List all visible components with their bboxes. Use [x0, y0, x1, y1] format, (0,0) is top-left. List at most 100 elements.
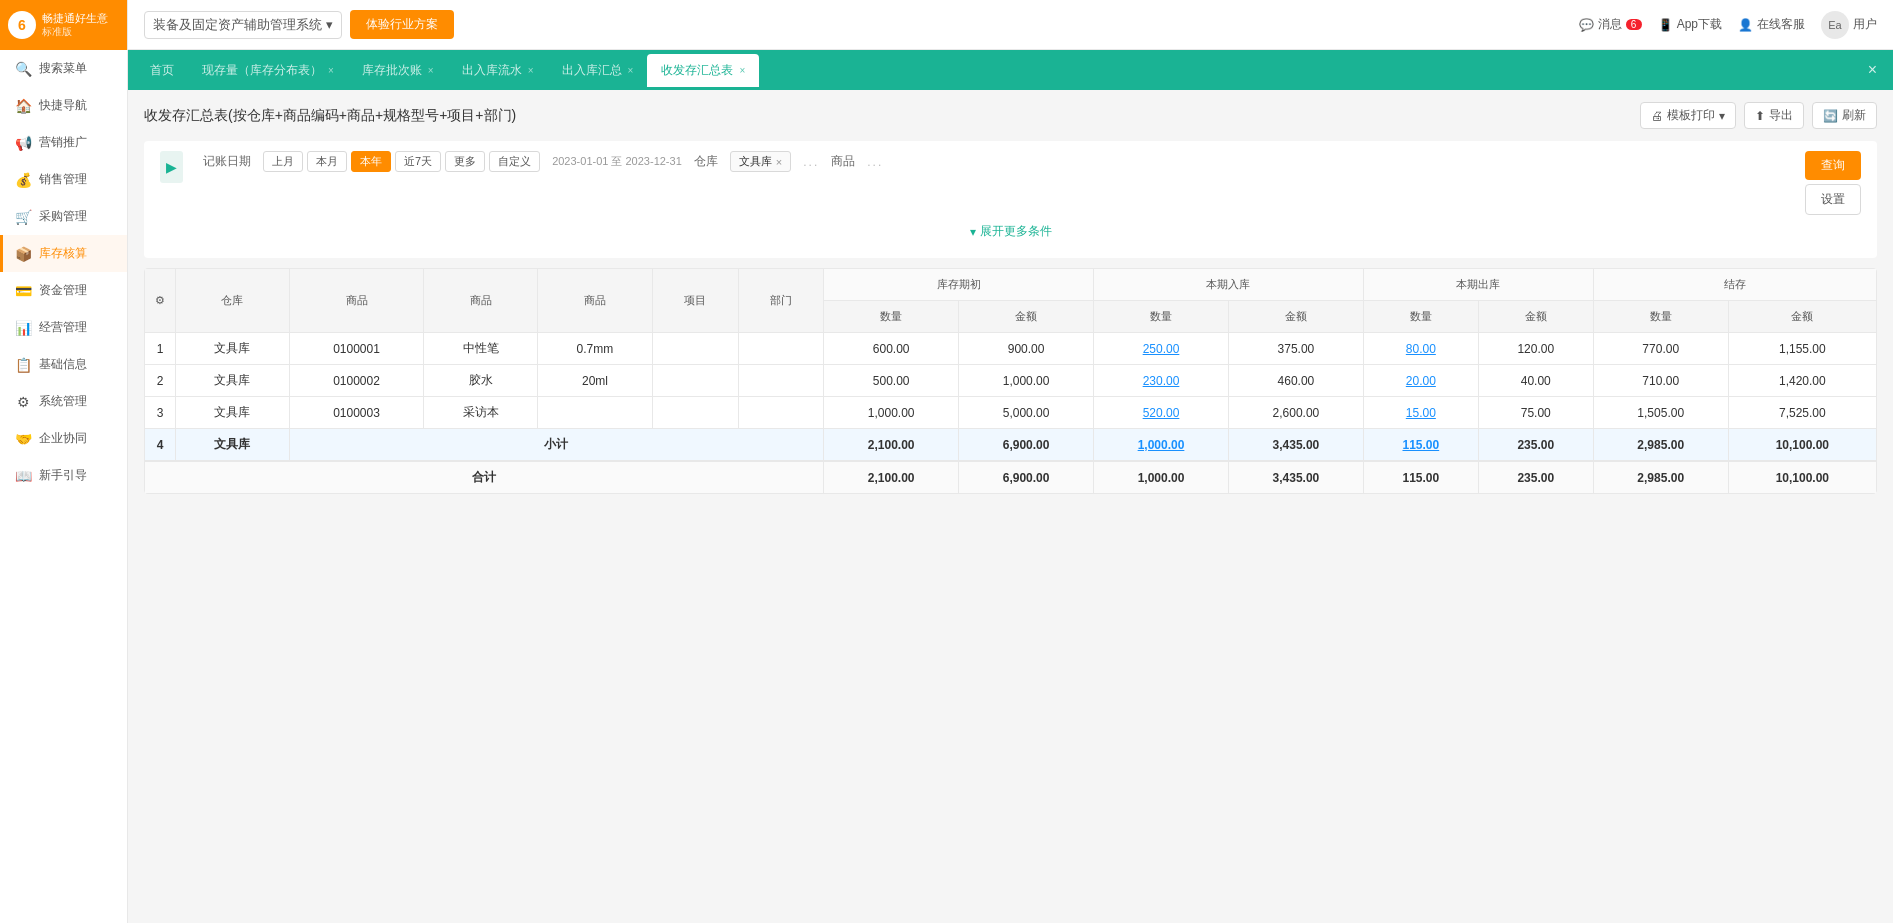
date-btn-last-month[interactable]: 上月: [263, 151, 303, 172]
th-product-code: 商品: [289, 269, 424, 333]
sidebar-item-system[interactable]: ⚙系统管理: [0, 383, 127, 420]
th-settings[interactable]: ⚙: [145, 269, 176, 333]
sidebar-item-operations[interactable]: 📊经营管理: [0, 309, 127, 346]
cell-sub-in-amt: 3,435.00: [1228, 429, 1363, 462]
experience-btn[interactable]: 体验行业方案: [350, 10, 454, 39]
table-row: 2 文具库 0100002 胶水 20ml 500.00 1,000.00 23…: [145, 365, 1877, 397]
expand-more-btn[interactable]: ▾ 展开更多条件: [970, 219, 1052, 244]
tab-label: 收发存汇总表: [661, 62, 733, 79]
tab-close-icon[interactable]: ×: [528, 65, 534, 76]
system-name: 装备及固定资产辅助管理系统: [153, 16, 322, 34]
cell-out-amt: 40.00: [1478, 365, 1593, 397]
tab-close-icon[interactable]: ×: [328, 65, 334, 76]
date-btns: 上月 本月 本年 近7天 更多 自定义: [263, 151, 540, 172]
tab-home[interactable]: 首页: [136, 54, 188, 87]
tab-inventory-dist[interactable]: 现存量（库存分布表） ×: [188, 54, 348, 87]
tab-receipt-summary[interactable]: 收发存汇总表 ×: [647, 54, 759, 87]
sales-icon: 💰: [15, 172, 31, 188]
cell-product-name: 胶水: [424, 365, 538, 397]
tab-close-icon[interactable]: ×: [628, 65, 634, 76]
cell-balance-qty: 1,505.00: [1593, 397, 1728, 429]
system-selector[interactable]: 装备及固定资产辅助管理系统 ▾: [144, 11, 342, 39]
cell-sub-label: 小计: [289, 429, 824, 462]
cell-total-out-amt: 235.00: [1478, 461, 1593, 494]
date-btn-this-month[interactable]: 本月: [307, 151, 347, 172]
tab-summary-io[interactable]: 出入库汇总×: [548, 54, 648, 87]
filter-arrow-btn[interactable]: ▶: [160, 151, 183, 183]
quick-nav-icon: 🏠: [15, 98, 31, 114]
th-group-balance: 结存: [1593, 269, 1876, 301]
sidebar-item-guide[interactable]: 📖新手引导: [0, 457, 127, 494]
print-btn[interactable]: 🖨 模板打印 ▾: [1640, 102, 1736, 129]
refresh-icon: 🔄: [1823, 109, 1838, 123]
sidebar-item-label: 基础信息: [39, 356, 87, 373]
sidebar-item-finance[interactable]: 💳资金管理: [0, 272, 127, 309]
settings-icon[interactable]: ⚙: [155, 294, 165, 306]
tab-batch-ledger[interactable]: 库存批次账×: [348, 54, 448, 87]
sidebar-item-marketing[interactable]: 📢营销推广: [0, 124, 127, 161]
warehouse-tag[interactable]: 文具库 ×: [730, 151, 791, 172]
cell-sub-in-qty[interactable]: 1,000.00: [1094, 429, 1229, 462]
sidebar-item-search[interactable]: 🔍 搜索菜单: [0, 50, 127, 87]
table-row: 1 文具库 0100001 中性笔 0.7mm 600.00 900.00 25…: [145, 333, 1877, 365]
warehouse-tag-close[interactable]: ×: [776, 156, 782, 168]
total-row: 合计 2,100.00 6,900.00 1,000.00 3,435.00 1…: [145, 461, 1877, 494]
cell-sub-balance-amt: 10,100.00: [1728, 429, 1876, 462]
date-btn-more[interactable]: 更多: [445, 151, 485, 172]
online-service-action[interactable]: 👤 在线客服: [1738, 16, 1805, 33]
sidebar-item-purchase[interactable]: 🛒采购管理: [0, 198, 127, 235]
query-btn[interactable]: 查询: [1805, 151, 1861, 180]
refresh-btn[interactable]: 🔄 刷新: [1812, 102, 1877, 129]
date-btn-7days[interactable]: 近7天: [395, 151, 441, 172]
cell-out-qty[interactable]: 20.00: [1363, 365, 1478, 397]
cell-out-amt: 120.00: [1478, 333, 1593, 365]
tabbar-close-btn[interactable]: ×: [1860, 57, 1885, 83]
cell-warehouse: 文具库: [176, 397, 290, 429]
sidebar-item-quick-nav[interactable]: 🏠快捷导航: [0, 87, 127, 124]
expand-row: ▾ 展开更多条件: [160, 215, 1861, 248]
search-icon: 🔍: [15, 61, 31, 77]
user-action[interactable]: Ea 用户: [1821, 11, 1877, 39]
tab-close-icon[interactable]: ×: [739, 65, 745, 76]
cell-total-opening-qty: 2,100.00: [824, 461, 959, 494]
cell-in-qty[interactable]: 230.00: [1094, 365, 1229, 397]
export-btn[interactable]: ⬆ 导出: [1744, 102, 1804, 129]
finance-icon: 💳: [15, 283, 31, 299]
cell-warehouse: 文具库: [176, 365, 290, 397]
cell-spec: 20ml: [538, 365, 653, 397]
sidebar-item-label: 搜索菜单: [39, 60, 87, 77]
sidebar-item-inventory[interactable]: 📦库存核算: [0, 235, 127, 272]
th-balance-amt: 金额: [1728, 301, 1876, 333]
cell-sub-out-qty[interactable]: 115.00: [1363, 429, 1478, 462]
logo-icon: 6: [8, 11, 36, 39]
product-dots[interactable]: ...: [867, 155, 883, 169]
app-download-action[interactable]: 📱 App下载: [1658, 16, 1722, 33]
th-balance-qty: 数量: [1593, 301, 1728, 333]
sidebar-item-basic-info[interactable]: 📋基础信息: [0, 346, 127, 383]
cell-opening-amt: 900.00: [959, 333, 1094, 365]
message-action[interactable]: 💬 消息 6: [1579, 16, 1642, 33]
th-in-qty: 数量: [1094, 301, 1229, 333]
cell-dept: [738, 333, 824, 365]
cell-out-qty[interactable]: 15.00: [1363, 397, 1478, 429]
tab-flow[interactable]: 出入库流水×: [448, 54, 548, 87]
dropdown-icon: ▾: [326, 17, 333, 32]
topbar-left: 装备及固定资产辅助管理系统 ▾ 体验行业方案: [144, 10, 454, 39]
cell-opening-qty: 500.00: [824, 365, 959, 397]
inventory-icon: 📦: [15, 246, 31, 262]
tab-close-icon[interactable]: ×: [428, 65, 434, 76]
cell-in-qty[interactable]: 250.00: [1094, 333, 1229, 365]
sidebar-item-enterprise[interactable]: 🤝企业协同: [0, 420, 127, 457]
date-btn-custom[interactable]: 自定义: [489, 151, 540, 172]
filter-settings-btn[interactable]: 设置: [1805, 184, 1861, 215]
tab-label: 现存量（库存分布表）: [202, 62, 322, 79]
sidebar-item-sales[interactable]: 💰销售管理: [0, 161, 127, 198]
cell-product-code: 0100002: [289, 365, 424, 397]
cell-product-name: 中性笔: [424, 333, 538, 365]
cell-out-qty[interactable]: 80.00: [1363, 333, 1478, 365]
date-btn-this-year[interactable]: 本年: [351, 151, 391, 172]
cell-dept: [738, 365, 824, 397]
cell-in-qty[interactable]: 520.00: [1094, 397, 1229, 429]
warehouse-tag-text: 文具库: [739, 154, 772, 169]
warehouse-dots[interactable]: ...: [803, 155, 819, 169]
